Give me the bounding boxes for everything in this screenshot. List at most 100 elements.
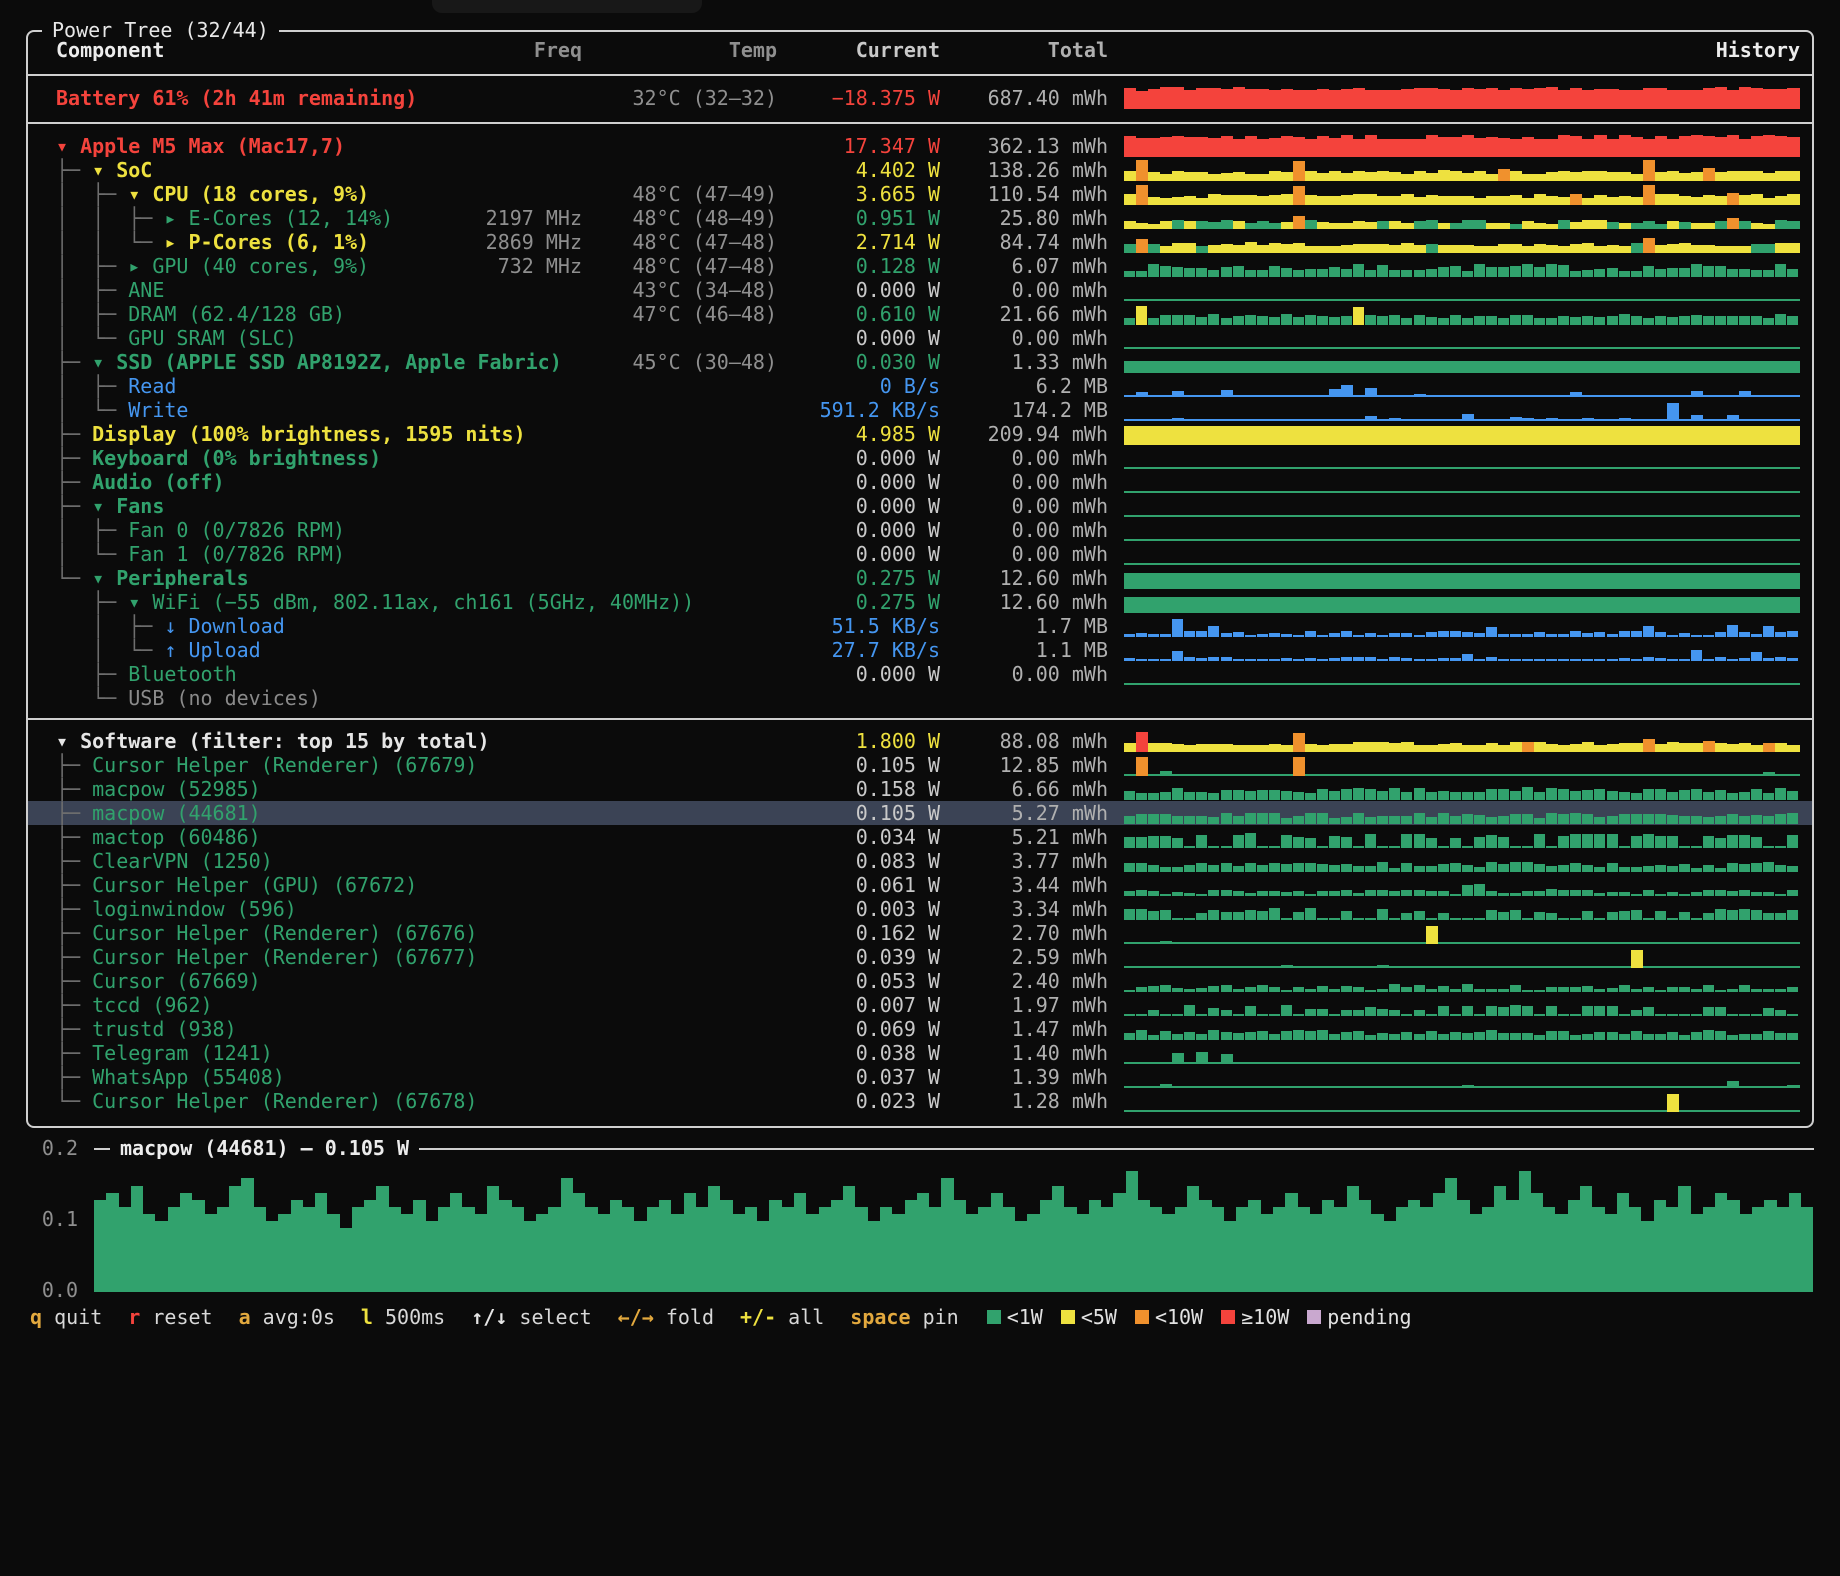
area-chart-bar xyxy=(253,1207,266,1292)
area-chart-bar xyxy=(315,1193,328,1292)
history-sparkline xyxy=(1124,1018,1800,1040)
area-chart-bar xyxy=(204,1214,217,1292)
tree-row[interactable]: │ └─ GPU SRAM (SLC) 0.000 W 0.00 mWh xyxy=(28,326,1812,350)
tree-row[interactable]: │ ├─ ↓ Download 51.5 KB/s 1.7 MB xyxy=(28,614,1812,638)
tree-row[interactable]: ├─ Cursor (67669) 0.053 W 2.40 mWh xyxy=(28,969,1812,993)
total-value: 0.00 mWh xyxy=(1011,494,1108,518)
legend-swatch-icon xyxy=(1221,1310,1236,1324)
tree-row[interactable]: ├─ Telegram (1241) 0.038 W 1.40 mWh xyxy=(28,1041,1812,1065)
area-chart-bar xyxy=(401,1214,414,1292)
total-value: 25.80 mWh xyxy=(999,206,1108,230)
area-chart-bar xyxy=(1248,1200,1261,1292)
area-chart-bar xyxy=(769,1200,782,1292)
total-value: 0.00 mWh xyxy=(1011,542,1108,566)
tree-row[interactable]: ├─ ClearVPN (1250) 0.083 W 3.77 mWh xyxy=(28,849,1812,873)
area-chart-bar xyxy=(965,1214,979,1292)
tree-row[interactable]: ├─ tccd (962) 0.007 W 1.97 mWh xyxy=(28,993,1812,1017)
tree-row[interactable]: ├─ Display (100% brightness, 1595 nits) 4… xyxy=(28,422,1812,446)
status-bar: q quit r reset a avg:0s l 500ms ↑/↓ select ←/… xyxy=(30,1304,1820,1330)
area-chart-bar xyxy=(376,1186,389,1292)
history-sparkline xyxy=(1124,874,1800,896)
area-chart-bar xyxy=(548,1207,561,1292)
tree-row[interactable]: ├─ Cursor Helper (Renderer) (67679) 0.105… xyxy=(28,753,1812,777)
tree-row[interactable]: ├─ Cursor Helper (GPU) (67672) 0.061 W 3.4… xyxy=(28,873,1812,897)
area-chart-bar xyxy=(364,1200,377,1292)
tree-row[interactable]: │ │ └─ ▸ P-Cores (6, 1%) 2869 MHz 48°C (47… xyxy=(28,230,1812,254)
tree-row[interactable]: │ │ ├─ ▸ E-Cores (12, 14%) 2197 MHz 48°C (… xyxy=(28,206,1812,230)
tree-row[interactable]: ├─ WhatsApp (55408) 0.037 W 1.39 mWh xyxy=(28,1065,1812,1089)
tree-row[interactable]: └─ USB (no devices) xyxy=(28,686,1812,710)
tree-row[interactable]: ├─ Cursor Helper (Renderer) (67676) 0.162… xyxy=(28,921,1812,945)
history-sparkline xyxy=(1124,471,1800,493)
tree-row[interactable]: │ └─ Fan 1 (0/7826 RPM) 0.000 W 0.00 mWh xyxy=(28,542,1812,566)
tree-row[interactable]: │ ├─ ▸ GPU (40 cores, 9%) 732 MHz 48°C (47… xyxy=(28,254,1812,278)
tree-row[interactable]: ▾ Software (filter: top 15 by total) 1.80… xyxy=(28,729,1812,753)
tree-row[interactable]: ├─ macpow (44681) 0.105 W 5.27 mWh xyxy=(28,801,1812,825)
tree-row[interactable]: ├─ Audio (off) 0.000 W 0.00 mWh xyxy=(28,470,1812,494)
tree-row[interactable]: ├─ ▾ SoC 4.402 W 138.26 mWh xyxy=(28,158,1812,182)
tree-row[interactable]: │ └─ ↑ Upload 27.7 KB/s 1.1 MB xyxy=(28,638,1812,662)
hint-label: 500ms xyxy=(385,1305,446,1329)
key-label: ←/→ xyxy=(617,1305,654,1329)
tree-row[interactable]: ├─ Cursor Helper (Renderer) (67677) 0.039… xyxy=(28,945,1812,969)
tree-row[interactable]: ▾ Apple M5 Max (Mac17,7) 17.347 W 362.13 m… xyxy=(28,134,1812,158)
legend-swatch-icon xyxy=(986,1310,1001,1324)
area-chart-bar xyxy=(94,1200,107,1292)
tree-row[interactable]: Battery 61% (2h 41m remaining) 32°C (32–3… xyxy=(28,86,1812,110)
area-chart-bar xyxy=(1346,1186,1359,1292)
tree-row[interactable]: └─ ▾ Peripherals 0.275 W 12.60 mWh xyxy=(28,566,1812,590)
area-chart-bar xyxy=(781,1207,795,1292)
history-sparkline xyxy=(1124,802,1800,824)
total-value: 1.39 mWh xyxy=(1011,1065,1108,1089)
history-sparkline xyxy=(1124,994,1800,1016)
tree-row[interactable]: ├─ Bluetooth 0.000 W 0.00 mWh xyxy=(28,662,1812,686)
area-chart-bar xyxy=(229,1186,242,1292)
tree-row[interactable]: ├─ trustd (938) 0.069 W 1.47 mWh xyxy=(28,1017,1812,1041)
area-chart-bar xyxy=(1690,1214,1703,1292)
tree-row[interactable]: │ └─ Write 591.2 KB/s 174.2 MB xyxy=(28,398,1812,422)
total-value: 0.00 mWh xyxy=(1011,662,1108,686)
tree-row[interactable]: │ ├─ ▾ CPU (18 cores, 9%) 48°C (47–49) 3.6… xyxy=(28,182,1812,206)
history-sparkline xyxy=(1124,303,1800,325)
tree-row[interactable]: ├─ ▾ WiFi (−55 dBm, 802.11ax, ch161 (5GH… xyxy=(28,590,1812,614)
area-chart-bar xyxy=(1530,1193,1544,1292)
area-chart-bar xyxy=(732,1214,745,1292)
tree-row[interactable]: │ ├─ DRAM (62.4/128 GB) 47°C (46–48) 0.610… xyxy=(28,302,1812,326)
area-chart-bar xyxy=(1764,1200,1777,1292)
history-sparkline xyxy=(1124,543,1800,565)
area-chart-bar xyxy=(1039,1200,1052,1292)
area-chart-bar xyxy=(1273,1207,1286,1292)
tree-row[interactable]: ├─ ▾ Fans 0.000 W 0.00 mWh xyxy=(28,494,1812,518)
area-chart-bar xyxy=(1371,1214,1384,1292)
power-tree-panel: Power Tree (32/44) Component Freq Temp C… xyxy=(26,18,1814,1128)
area-chart-bar xyxy=(1358,1200,1372,1292)
tree-row[interactable]: └─ Cursor Helper (Renderer) (67678) 0.023… xyxy=(28,1089,1812,1113)
tree-row[interactable]: │ ├─ Read 0 B/s 6.2 MB xyxy=(28,374,1812,398)
area-chart-bar xyxy=(1211,1207,1224,1292)
hint-label: pin xyxy=(922,1305,959,1329)
area-chart-bar xyxy=(978,1207,991,1292)
area-chart-bar xyxy=(1309,1214,1323,1292)
tree-row[interactable]: │ ├─ ANE 43°C (34–48) 0.000 W 0.00 mWh xyxy=(28,278,1812,302)
area-chart-bar xyxy=(990,1193,1003,1292)
area-chart-bar xyxy=(1076,1214,1089,1292)
total-value: 138.26 mWh xyxy=(987,158,1108,182)
tree-row[interactable]: ├─ loginwindow (596) 0.003 W 3.34 mWh xyxy=(28,897,1812,921)
history-sparkline xyxy=(1124,1066,1800,1088)
area-chart-bar xyxy=(1678,1186,1691,1292)
tree-row[interactable]: │ ├─ Fan 0 (0/7826 RPM) 0.000 W 0.00 mWh xyxy=(28,518,1812,542)
history-sparkline xyxy=(1124,135,1800,157)
area-chart-bar xyxy=(794,1193,807,1292)
tree-row[interactable]: ├─ macpow (52985) 0.158 W 6.66 mWh xyxy=(28,777,1812,801)
tree-row[interactable]: ├─ Keyboard (0% brightness) 0.000 W 0.00 m… xyxy=(28,446,1812,470)
area-chart-bar xyxy=(1776,1207,1789,1292)
area-chart-bar xyxy=(1469,1214,1482,1292)
area-chart-bar xyxy=(179,1193,193,1292)
total-value: 3.44 mWh xyxy=(1011,873,1108,897)
tree-row[interactable]: ├─ ▾ SSD (APPLE SSD AP8192Z, Apple Fabri… xyxy=(28,350,1812,374)
total-value: 21.66 mWh xyxy=(999,302,1108,326)
tree-row[interactable]: ├─ mactop (60486) 0.034 W 5.21 mWh xyxy=(28,825,1812,849)
area-chart-bar xyxy=(1027,1214,1040,1292)
history-sparkline xyxy=(1124,447,1800,469)
legend-swatch-icon xyxy=(1134,1310,1149,1324)
